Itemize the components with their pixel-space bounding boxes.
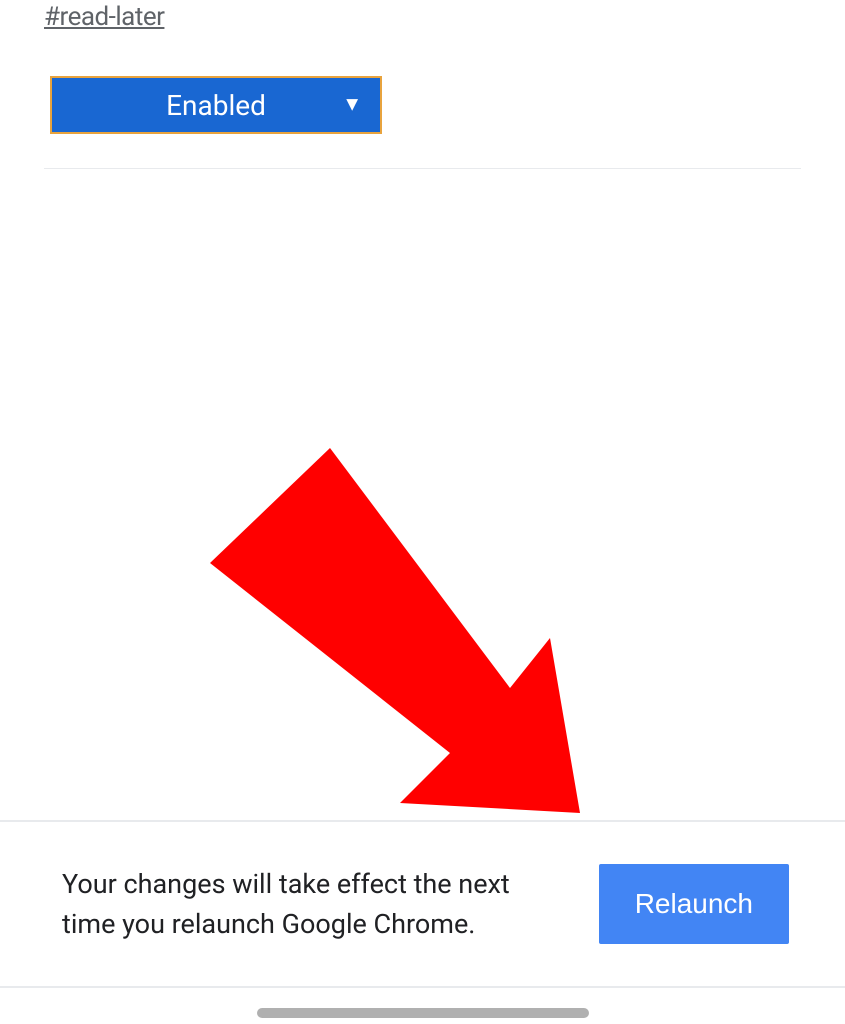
annotation-arrow-icon	[210, 448, 610, 828]
flag-anchor-link[interactable]: #read-later	[44, 2, 164, 32]
dropdown-wrapper: Enabled ▼	[50, 76, 801, 134]
relaunch-button[interactable]: Relaunch	[599, 864, 789, 944]
relaunch-notice-bar: Your changes will take effect the next t…	[0, 820, 845, 988]
home-indicator	[257, 1008, 589, 1018]
divider	[44, 168, 801, 169]
dropdown-selected-label: Enabled	[166, 89, 266, 122]
flag-state-dropdown[interactable]: Enabled ▼	[50, 76, 382, 134]
flag-section: #read-later Enabled ▼	[0, 0, 845, 169]
relaunch-message: Your changes will take effect the next t…	[62, 864, 542, 945]
chevron-down-icon: ▼	[342, 91, 362, 116]
